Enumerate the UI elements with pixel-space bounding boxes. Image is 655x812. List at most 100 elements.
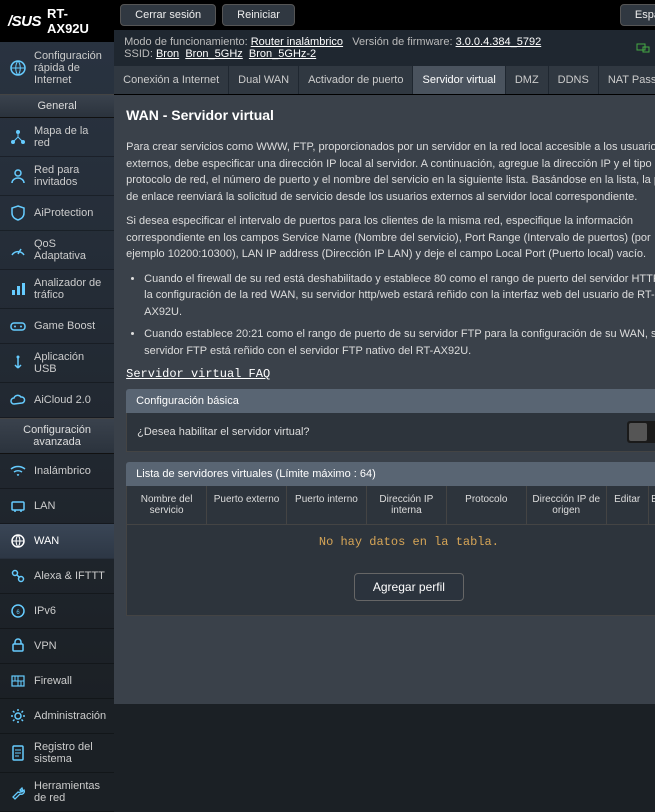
svg-text:6: 6 xyxy=(16,610,20,616)
ssid-2[interactable]: Bron_5GHz xyxy=(185,48,242,60)
nav-game-boost[interactable]: Game Boost xyxy=(0,309,114,344)
nav-system-log[interactable]: Registro del sistema xyxy=(0,734,114,773)
nav-vpn[interactable]: VPN xyxy=(0,629,114,664)
quick-setup-label: Configuración rápida de Internet xyxy=(34,50,106,86)
ssid-3[interactable]: Bron_5GHz-2 xyxy=(249,48,316,60)
nav-aicloud[interactable]: AiCloud 2.0 xyxy=(0,383,114,418)
nav-label: Analizador de tráfico xyxy=(34,277,106,301)
logout-button[interactable]: Cerrar sesión xyxy=(120,4,216,26)
server-list-header: Lista de servidores virtuales (Límite má… xyxy=(126,462,655,486)
enable-toggle[interactable]: OFF xyxy=(627,421,655,443)
nav-network-tools[interactable]: Herramientas de red xyxy=(0,773,114,812)
nav-wireless[interactable]: Inalámbrico xyxy=(0,454,114,489)
tab-dmz[interactable]: DMZ xyxy=(506,66,549,94)
ssid-label: SSID: xyxy=(124,48,153,60)
chart-icon xyxy=(8,279,28,299)
nav-label: Administración xyxy=(34,710,106,722)
tab-port-trigger[interactable]: Activador de puerto xyxy=(299,66,413,94)
nav-traffic-analyzer[interactable]: Analizador de tráfico xyxy=(0,270,114,309)
nav-label: Aplicación USB xyxy=(34,351,106,375)
ssid-1[interactable]: Bron xyxy=(156,48,179,60)
intro-text: Para crear servicios como WWW, FTP, prop… xyxy=(126,139,655,389)
nav-lan[interactable]: LAN xyxy=(0,489,114,524)
nav-label: Inalámbrico xyxy=(34,465,91,477)
model-label: RT-AX92U xyxy=(47,6,106,36)
reboot-button[interactable]: Reiniciar xyxy=(222,4,295,26)
globe-gear-icon xyxy=(8,58,28,78)
nav-qos[interactable]: QoS Adaptativa xyxy=(0,231,114,270)
nav-label: WAN xyxy=(34,535,59,547)
nav-administration[interactable]: Administración xyxy=(0,699,114,734)
intro-p1: Para crear servicios como WWW, FTP, prop… xyxy=(126,139,655,205)
col-protocol: Protocolo xyxy=(447,486,527,525)
tab-ddns[interactable]: DDNS xyxy=(549,66,599,94)
lan-icon xyxy=(8,496,28,516)
nav-label: Mapa de la red xyxy=(34,125,106,149)
wan-tabs: Conexión a Internet Dual WAN Activador d… xyxy=(114,66,655,95)
mode-label: Modo de funcionamiento: xyxy=(124,36,248,48)
nav-aiprotection[interactable]: AiProtection xyxy=(0,196,114,231)
nav-label: Firewall xyxy=(34,675,72,687)
nav-label: AiProtection xyxy=(34,207,93,219)
firewall-icon xyxy=(8,671,28,691)
intro-bullet-2: Cuando establece 20:21 como el rango de … xyxy=(144,326,655,359)
nav-label: QoS Adaptativa xyxy=(34,238,106,262)
col-source-ip: Dirección IP de origen xyxy=(527,486,607,525)
fw-label: Versión de firmware: xyxy=(352,36,452,48)
nav-label: Red para invitados xyxy=(34,164,106,188)
add-profile-row: Agregar perfil xyxy=(127,559,655,615)
status-icons xyxy=(636,41,655,55)
section-general: General xyxy=(0,94,114,118)
document-icon xyxy=(8,743,28,763)
sidebar: /SUS RT-AX92U Configuración rápida de In… xyxy=(0,0,114,704)
col-int-ip: Dirección IP interna xyxy=(367,486,447,525)
col-ext-port: Puerto externo xyxy=(207,486,287,525)
speedometer-icon xyxy=(8,240,28,260)
cloud-icon xyxy=(8,390,28,410)
nav-label: Registro del sistema xyxy=(34,741,106,765)
language-select[interactable]: Español xyxy=(620,4,655,26)
multi-device-icon[interactable] xyxy=(636,41,650,55)
usb-icon xyxy=(8,353,28,373)
col-edit: Editar xyxy=(607,486,649,525)
nav-usb-app[interactable]: Aplicación USB xyxy=(0,344,114,383)
nav-label: Herramientas de red xyxy=(34,780,106,804)
mode-value-link[interactable]: Router inalámbrico xyxy=(251,36,343,48)
nav-firewall[interactable]: Firewall xyxy=(0,664,114,699)
add-profile-button[interactable]: Agregar perfil xyxy=(354,573,464,601)
fw-value-link[interactable]: 3.0.0.4.384_5792 xyxy=(456,36,542,48)
tab-dual-wan[interactable]: Dual WAN xyxy=(229,66,299,94)
nav-label: Game Boost xyxy=(34,320,95,332)
guest-network-icon xyxy=(8,166,28,186)
gear-icon xyxy=(8,706,28,726)
nav-label: LAN xyxy=(34,500,55,512)
faq-link[interactable]: Servidor virtual FAQ xyxy=(126,367,270,381)
globe-icon xyxy=(8,531,28,551)
tab-virtual-server[interactable]: Servidor virtual xyxy=(413,66,505,94)
logo-area: /SUS RT-AX92U xyxy=(0,0,114,42)
tab-internet-connection[interactable]: Conexión a Internet xyxy=(114,66,229,94)
nav-ipv6[interactable]: 6 IPv6 xyxy=(0,594,114,629)
quick-internet-setup[interactable]: Configuración rápida de Internet xyxy=(0,42,114,94)
table-header-row: Nombre del servicio Puerto externo Puert… xyxy=(127,486,655,525)
basic-config-header: Configuración básica xyxy=(126,389,655,413)
enable-label: ¿Desea habilitar el servidor virtual? xyxy=(137,426,627,438)
intro-p2: Si desea especificar el intervalo de pue… xyxy=(126,213,655,263)
page-title: WAN - Servidor virtual xyxy=(126,107,655,129)
nav-wan[interactable]: WAN xyxy=(0,524,114,559)
content: WAN - Servidor virtual Para crear servic… xyxy=(114,95,655,704)
col-int-port: Puerto interno xyxy=(287,486,367,525)
section-advanced: Configuración avanzada xyxy=(0,418,114,454)
tab-nat-passthrough[interactable]: NAT Passthrough xyxy=(599,66,655,94)
enable-row: ¿Desea habilitar el servidor virtual? OF… xyxy=(126,413,655,452)
tools-icon xyxy=(8,782,28,802)
nav-network-map[interactable]: Mapa de la red xyxy=(0,118,114,157)
nav-alexa-ifttt[interactable]: Alexa & IFTTT xyxy=(0,559,114,594)
nav-label: Alexa & IFTTT xyxy=(34,570,105,582)
empty-table-message: No hay datos en la tabla. xyxy=(127,525,655,559)
shield-icon xyxy=(8,203,28,223)
nav-guest-network[interactable]: Red para invitados xyxy=(0,157,114,196)
main-area: Cerrar sesión Reiniciar Español Modo de … xyxy=(114,0,655,704)
col-delete: Eliminar xyxy=(649,486,655,525)
server-table: Nombre del servicio Puerto externo Puert… xyxy=(126,486,655,616)
